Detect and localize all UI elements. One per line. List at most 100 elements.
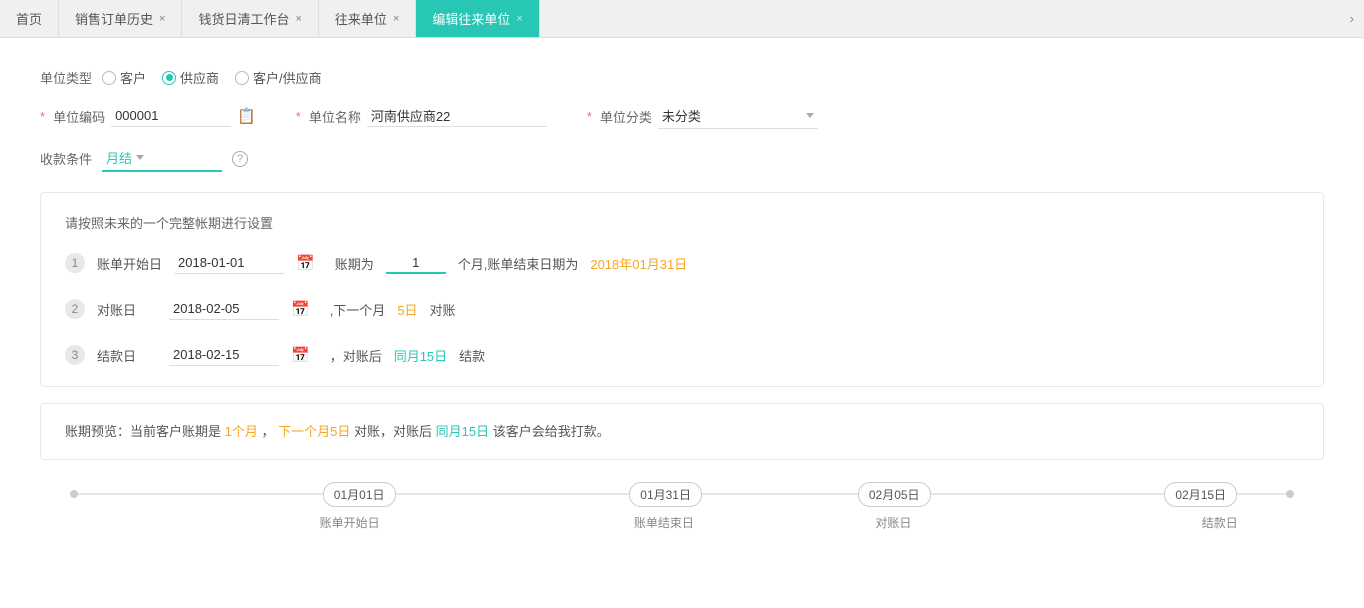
preview-reconcile: 下一个月5日 [278, 424, 350, 439]
step-3-date-input[interactable] [169, 344, 279, 366]
tab-sales-history-close[interactable]: × [159, 13, 165, 25]
timeline-label-4: 结款日 [1202, 514, 1238, 531]
tab-home-label: 首页 [16, 9, 42, 28]
preview-suffix: 该客户会给我打款。 [493, 424, 610, 439]
step-1-num: 1 [65, 253, 85, 273]
timeline-bubble-3: 02月05日 [858, 482, 931, 507]
step-3-suffix-end: 结款 [459, 346, 485, 365]
step-1-suffix-before: 账期为 [335, 254, 374, 273]
unit-name-label: 单位名称 [309, 107, 361, 126]
timeline-label-1: 账单开始日 [320, 514, 380, 531]
radio-supplier[interactable]: 供应商 [162, 68, 219, 87]
step-1-label: 账单开始日 [97, 254, 162, 273]
step-1-end-date: 2018年01月31日 [590, 254, 687, 273]
tab-home[interactable]: 首页 [0, 0, 59, 37]
step-3-num: 3 [65, 345, 85, 365]
timeline-section: 01月01日 01月31日 02月05日 02月15日 [40, 460, 1324, 541]
step-2-calendar-icon[interactable]: 📅 [291, 300, 310, 318]
step-row-2: 2 对账日 📅 ,下一个月 5日 对账 [65, 298, 1299, 320]
preview-mid1: ， [262, 424, 275, 439]
step-3-suffix-start: ，对账后 [330, 346, 382, 365]
step-row-1: 1 账单开始日 📅 账期为 个月,账单结束日期为 2018年01月31日 [65, 252, 1299, 274]
tab-partners[interactable]: 往来单位 × [319, 0, 416, 37]
unit-name-input[interactable] [367, 105, 547, 127]
unit-code-label: 单位编码 [53, 107, 105, 126]
radio-customer-circle [102, 71, 116, 85]
step-2-date-input[interactable] [169, 298, 279, 320]
unit-category-chevron-icon [806, 113, 814, 118]
step-2-suffix-start: ,下一个月 [330, 300, 386, 319]
preview-section: 账期预览：当前客户账期是 1个月 ， 下一个月5日 对账，对账后 同月15日 该… [40, 403, 1324, 460]
tab-sales-history-label: 销售订单历史 [75, 9, 153, 28]
tab-edit-partner[interactable]: 编辑往来单位 × [416, 0, 539, 37]
radio-customer-label: 客户 [120, 68, 146, 87]
unit-code-group: * 单位编码 📋 [40, 105, 256, 127]
payment-condition-select[interactable]: 月结 [102, 145, 222, 172]
payment-condition-chevron-icon [136, 155, 144, 160]
tab-bar: 首页 销售订单历史 × 钱货日清工作台 × 往来单位 × 编辑往来单位 × › [0, 0, 1364, 38]
step-1-calendar-icon[interactable]: 📅 [296, 254, 315, 272]
timeline-bubble-1: 01月01日 [323, 482, 396, 507]
preview-period: 1个月 [225, 424, 258, 439]
tab-cash-work-close[interactable]: × [295, 13, 301, 25]
timeline-label-2: 账单结束日 [634, 514, 694, 531]
timeline-bubble-4: 02月15日 [1164, 482, 1237, 507]
timeline-point-4: 02月15日 [1164, 482, 1237, 507]
radio-both[interactable]: 客户/供应商 [235, 68, 322, 87]
tab-partners-label: 往来单位 [335, 9, 387, 28]
tab-edit-partner-close[interactable]: × [516, 13, 522, 25]
unit-category-group: * 单位分类 未分类 [587, 103, 818, 129]
tab-edit-partner-label: 编辑往来单位 [432, 9, 510, 28]
timeline-start-dot [70, 490, 78, 498]
tab-partners-close[interactable]: × [393, 13, 399, 25]
payment-help-icon[interactable]: ? [232, 151, 248, 167]
preview-mid2: 对账，对账后 [354, 424, 436, 439]
unit-category-label: 单位分类 [600, 107, 652, 126]
unit-category-select[interactable]: 未分类 [658, 103, 818, 129]
step-3-calendar-icon[interactable]: 📅 [291, 346, 310, 364]
timeline-bubble-2: 01月31日 [629, 482, 702, 507]
payment-condition-row: 收款条件 月结 ? [40, 145, 1324, 172]
unit-code-copy-icon[interactable]: 📋 [237, 107, 256, 125]
timeline-point-2: 01月31日 [629, 482, 702, 507]
unit-type-radio-group: 客户 供应商 客户/供应商 [102, 68, 322, 87]
step-2-day-highlight: 5日 [397, 300, 417, 319]
timeline-end-dot [1286, 490, 1294, 498]
chevron-right-icon: › [1350, 11, 1354, 26]
unit-type-row: 单位类型 客户 供应商 客户/供应商 [40, 68, 1324, 87]
unit-info-row: * 单位编码 📋 * 单位名称 * 单位分类 未分类 [40, 103, 1324, 129]
payment-condition-label: 收款条件 [40, 149, 92, 168]
radio-supplier-label: 供应商 [180, 68, 219, 87]
step-2-suffix-end: 对账 [430, 300, 456, 319]
radio-customer[interactable]: 客户 [102, 68, 146, 87]
step-1-suffix-after: 个月,账单结束日期为 [458, 254, 579, 273]
unit-name-group: * 单位名称 [296, 105, 547, 127]
timeline-point-1: 01月01日 [323, 482, 396, 507]
preview-prefix: 账期预览：当前客户账期是 [65, 424, 221, 439]
step-3-label: 结款日 [97, 346, 157, 365]
step-2-num: 2 [65, 299, 85, 319]
step-row-3: 3 结款日 📅 ，对账后 同月15日 结款 [65, 344, 1299, 366]
radio-supplier-circle [162, 71, 176, 85]
step-3-day-highlight: 同月15日 [394, 346, 447, 365]
tab-sales-history[interactable]: 销售订单历史 × [59, 0, 182, 37]
tab-more-button[interactable]: › [1340, 0, 1364, 37]
radio-both-label: 客户/供应商 [253, 68, 322, 87]
timeline-label-3: 对账日 [875, 514, 911, 531]
timeline-point-3: 02月05日 [858, 482, 931, 507]
step-1-period-input[interactable] [386, 253, 446, 274]
unit-category-value: 未分类 [662, 106, 802, 125]
unit-code-input[interactable] [111, 105, 231, 127]
step-2-label: 对账日 [97, 300, 157, 319]
unit-category-star: * [587, 109, 592, 124]
period-settings-section: 请按照未来的一个完整帐期进行设置 1 账单开始日 📅 账期为 个月,账单结束日期… [40, 192, 1324, 387]
unit-type-label: 单位类型 [40, 68, 92, 87]
tab-cash-work[interactable]: 钱货日清工作台 × [182, 0, 318, 37]
section-title: 请按照未来的一个完整帐期进行设置 [65, 213, 1299, 232]
payment-condition-value: 月结 [106, 148, 132, 167]
unit-name-star: * [296, 109, 301, 124]
unit-code-star: * [40, 109, 45, 124]
main-content: 单位类型 客户 供应商 客户/供应商 * 单位编码 📋 * 单位名称 [0, 38, 1364, 608]
preview-payment: 同月15日 [436, 424, 489, 439]
step-1-date-input[interactable] [174, 252, 284, 274]
